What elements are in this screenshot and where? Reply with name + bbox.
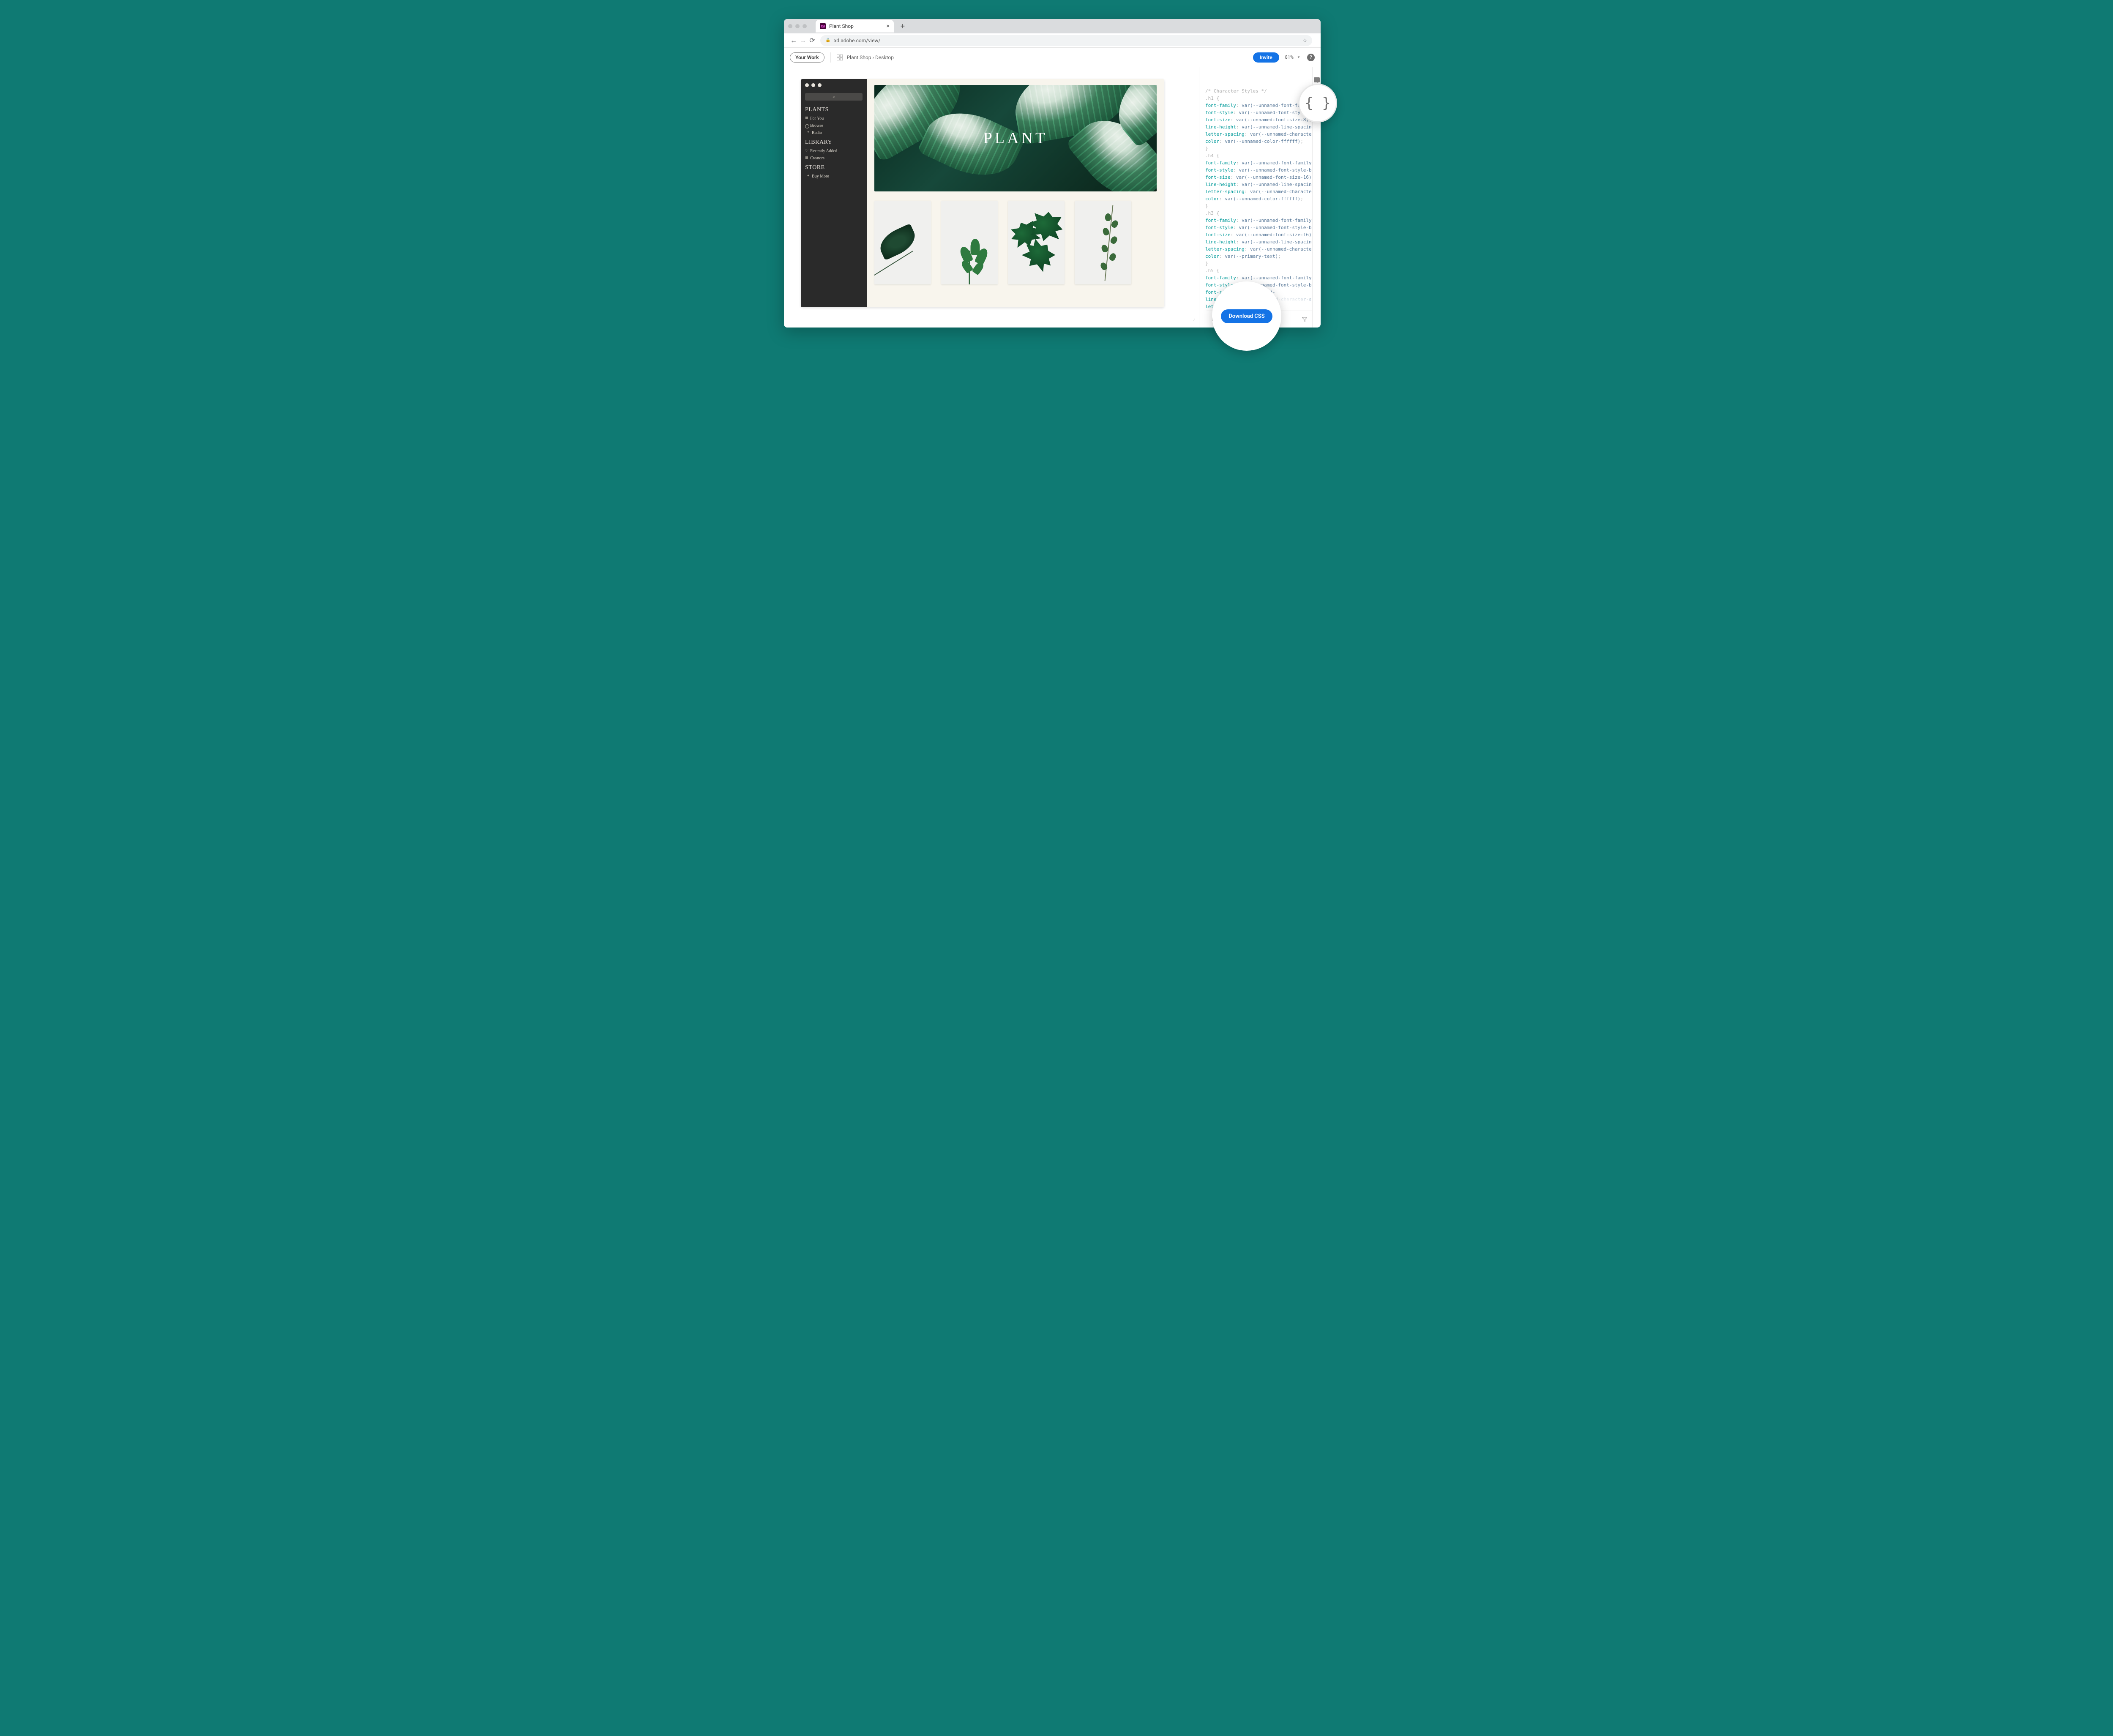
xd-app-bar: Your Work Plant Shop › Desktop Invite 81…: [784, 48, 1321, 67]
breadcrumb-page: Desktop: [875, 55, 894, 60]
canvas-viewport[interactable]: ⌕ PLANTS For YouBrowseRadio LIBRARYRecentl…: [784, 67, 1199, 328]
design-content: PLANT: [867, 79, 1164, 307]
sidebar-item: Radio: [803, 129, 867, 136]
window-dots: [801, 83, 867, 87]
sidebar-heading: LIBRARY: [801, 139, 867, 146]
design-sidebar: ⌕ PLANTS For YouBrowseRadio LIBRARYRecentl…: [801, 79, 867, 307]
traffic-light-zoom[interactable]: [803, 24, 807, 28]
dev-mode-code-icon[interactable]: { }: [1298, 84, 1337, 123]
tab-close-icon[interactable]: ×: [887, 23, 890, 30]
browser-window: Xd Plant Shop × + ← → ⟳ 🔒 xd.adobe.com/v…: [784, 19, 1321, 328]
browser-url-bar: ← → ⟳ 🔒 xd.adobe.com/view/ ☆: [784, 33, 1321, 48]
thumb-4: [1075, 201, 1131, 284]
hero-image: PLANT: [874, 85, 1157, 191]
chevron-down-icon: ▼: [1297, 55, 1300, 59]
lock-icon: 🔒: [825, 38, 830, 43]
thumbnail-row: [874, 201, 1157, 284]
thumb-1: [874, 201, 931, 284]
your-work-button[interactable]: Your Work: [790, 52, 824, 63]
thumb-3: [1008, 201, 1065, 284]
breadcrumb-doc[interactable]: Plant Shop: [847, 55, 871, 60]
bookmark-star-icon[interactable]: ☆: [1302, 38, 1307, 44]
sidebar-item: Buy More: [803, 173, 867, 180]
filter-icon[interactable]: [1302, 317, 1307, 322]
xd-favicon: Xd: [820, 23, 826, 29]
tab-title: Plant Shop: [829, 23, 887, 29]
forward-icon[interactable]: →: [798, 36, 808, 45]
address-bar[interactable]: 🔒 xd.adobe.com/view/ ☆: [820, 35, 1312, 46]
divider: [830, 52, 831, 63]
zoom-dropdown[interactable]: 81% ▼: [1285, 55, 1300, 60]
download-css-callout: Download CSS: [1212, 281, 1281, 351]
browser-tab[interactable]: Xd Plant Shop ×: [816, 20, 894, 33]
traffic-light-close[interactable]: [788, 24, 792, 28]
reload-icon[interactable]: ⟳: [808, 36, 817, 44]
sidebar-item: For You: [801, 115, 867, 122]
sidebar-item: Creators: [801, 155, 867, 162]
help-icon[interactable]: ?: [1307, 54, 1315, 61]
artboard-grid-icon[interactable]: [837, 55, 843, 60]
traffic-light-minimize[interactable]: [795, 24, 800, 28]
url-text: xd.adobe.com/view/: [834, 38, 880, 44]
resize-handle-icon[interactable]: ⋰: [1191, 320, 1196, 324]
sidebar-item: Recently Added: [801, 147, 867, 155]
new-tab-button[interactable]: +: [897, 21, 908, 32]
comments-icon[interactable]: [1314, 77, 1320, 82]
invite-button[interactable]: Invite: [1253, 52, 1279, 63]
download-css-button[interactable]: Download CSS: [1221, 309, 1272, 323]
artboard-desktop: ⌕ PLANTS For YouBrowseRadio LIBRARYRecentl…: [801, 79, 1164, 307]
sidebar-search: ⌕: [805, 93, 863, 101]
back-icon[interactable]: ←: [789, 36, 798, 45]
breadcrumb-sep: ›: [872, 55, 874, 60]
sidebar-item: Browse: [801, 122, 867, 129]
sidebar-heading: STORE: [801, 164, 867, 171]
breadcrumb: Plant Shop › Desktop: [847, 55, 894, 60]
thumb-2: [941, 201, 998, 284]
sidebar-heading: PLANTS: [801, 106, 867, 113]
zoom-value: 81%: [1285, 55, 1294, 60]
hero-text: PLANT: [983, 129, 1048, 147]
browser-tab-bar: Xd Plant Shop × +: [784, 19, 1321, 33]
